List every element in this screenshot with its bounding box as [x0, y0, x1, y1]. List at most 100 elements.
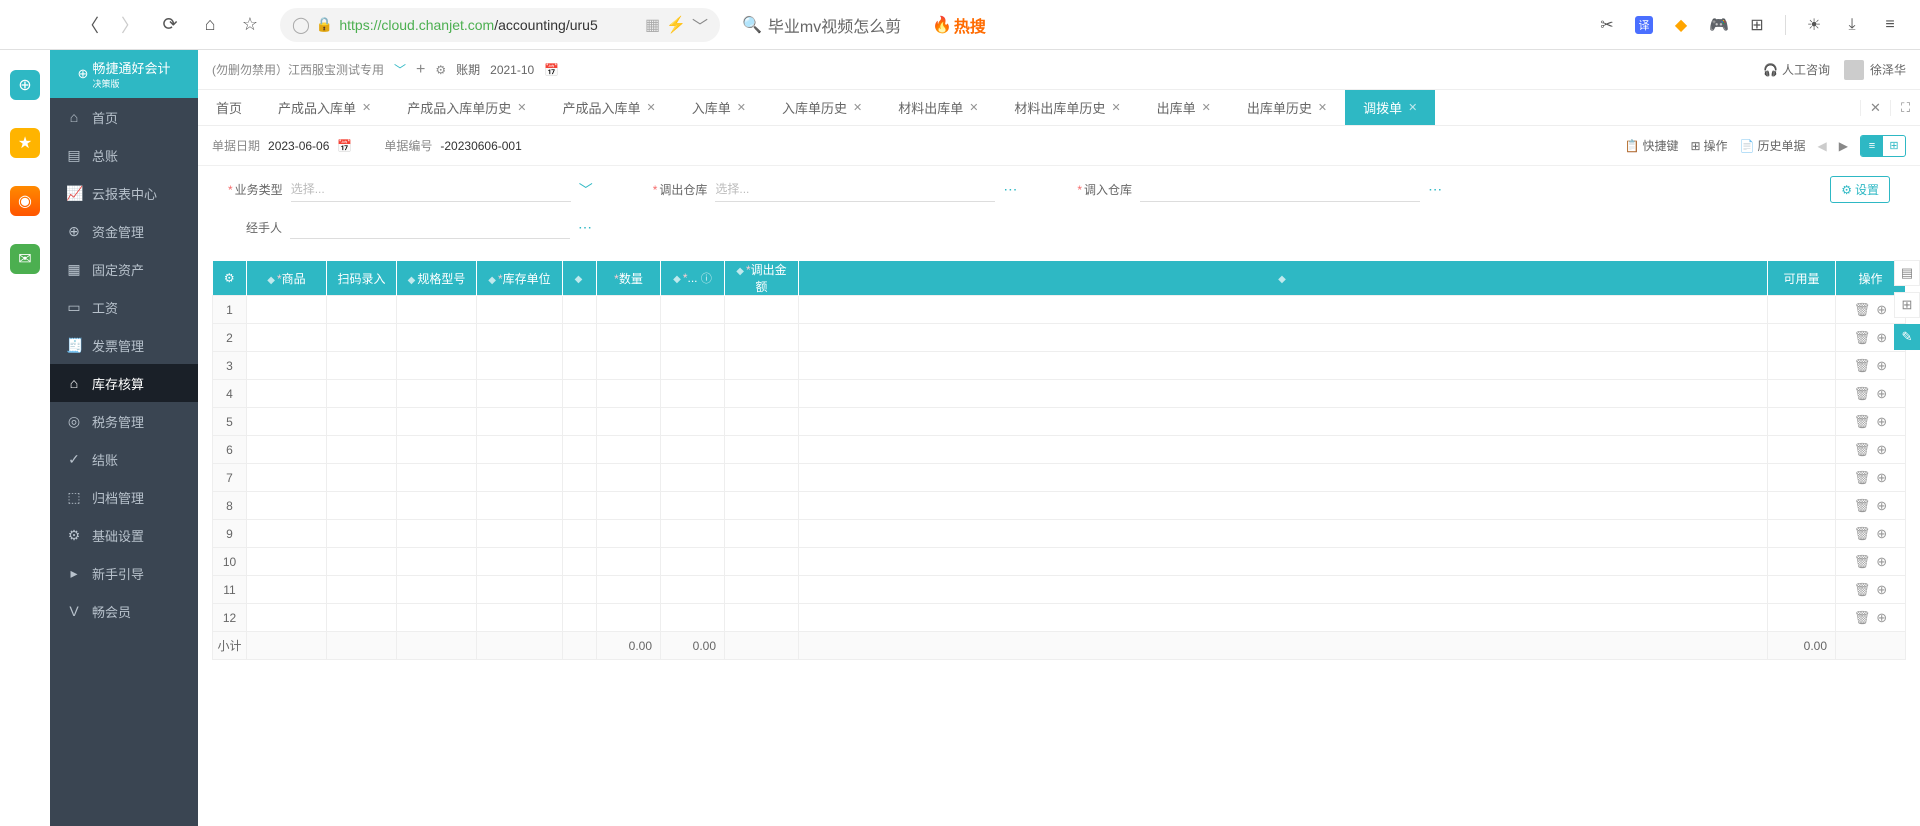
cell-dots[interactable]	[661, 492, 725, 520]
th-scan[interactable]: 扫码录入	[327, 261, 397, 296]
cell-product[interactable]	[247, 548, 327, 576]
copy-row-icon[interactable]: ⊕	[1876, 610, 1887, 625]
table-row[interactable]: 10🗑⊕	[213, 548, 1906, 576]
cell-qty[interactable]	[597, 352, 661, 380]
cell-unit[interactable]	[477, 324, 563, 352]
cell-product[interactable]	[247, 408, 327, 436]
copy-row-icon[interactable]: ⊕	[1876, 582, 1887, 597]
cell-dots[interactable]	[661, 464, 725, 492]
tab-close-icon[interactable]: ✕	[517, 101, 526, 114]
sidebar-item-0[interactable]: ⌂首页	[50, 98, 198, 136]
delete-row-icon[interactable]: 🗑	[1854, 470, 1871, 485]
tab-close-all[interactable]: ✕	[1860, 100, 1890, 116]
cell-scan[interactable]	[327, 380, 397, 408]
cell-qty[interactable]	[597, 380, 661, 408]
cell-scan[interactable]	[327, 492, 397, 520]
table-row[interactable]: 11🗑⊕	[213, 576, 1906, 604]
in-warehouse-more-icon[interactable]: ⋯	[1428, 181, 1442, 198]
cell-dots[interactable]	[661, 352, 725, 380]
cell-scan[interactable]	[327, 324, 397, 352]
cell-product[interactable]	[247, 352, 327, 380]
tab-close-icon[interactable]: ✕	[362, 101, 371, 114]
url-dropdown-icon[interactable]: ﹀	[692, 13, 708, 37]
cell-amt[interactable]	[725, 296, 799, 324]
th-sort-2[interactable]: ◆	[799, 261, 1768, 296]
cell-e1[interactable]	[563, 604, 597, 632]
cell-amt[interactable]	[725, 464, 799, 492]
cell-spec[interactable]	[397, 380, 477, 408]
next-doc-button[interactable]: ▶	[1839, 139, 1848, 153]
tab-close-icon[interactable]: ✕	[737, 101, 746, 114]
cell-amt[interactable]	[725, 520, 799, 548]
cell-scan[interactable]	[327, 520, 397, 548]
delete-row-icon[interactable]: 🗑	[1854, 582, 1871, 597]
view-grid-button[interactable]: ⊞	[1883, 136, 1905, 156]
cell-blank[interactable]	[799, 464, 1768, 492]
tab-7[interactable]: 材料出库单历史✕	[996, 90, 1138, 125]
delete-row-icon[interactable]: 🗑	[1854, 302, 1871, 317]
table-row[interactable]: 8🗑⊕	[213, 492, 1906, 520]
cell-spec[interactable]	[397, 464, 477, 492]
cell-blank[interactable]	[799, 436, 1768, 464]
delete-row-icon[interactable]: 🗑	[1854, 610, 1871, 625]
cell-amt[interactable]	[725, 324, 799, 352]
cell-avail[interactable]	[1768, 464, 1836, 492]
delete-row-icon[interactable]: 🗑	[1854, 414, 1871, 429]
cell-avail[interactable]	[1768, 520, 1836, 548]
scissors-icon[interactable]: ✂	[1597, 15, 1617, 35]
cell-unit[interactable]	[477, 492, 563, 520]
cell-blank[interactable]	[799, 520, 1768, 548]
table-row[interactable]: 9🗑⊕	[213, 520, 1906, 548]
copy-row-icon[interactable]: ⊕	[1876, 554, 1887, 569]
cell-amt[interactable]	[725, 492, 799, 520]
biz-type-dropdown-icon[interactable]: ﹀	[579, 180, 593, 200]
history-button[interactable]: 📄 历史单据	[1740, 137, 1806, 154]
tab-close-icon[interactable]: ✕	[853, 101, 862, 114]
cell-unit[interactable]	[477, 436, 563, 464]
cell-e1[interactable]	[563, 548, 597, 576]
cell-avail[interactable]	[1768, 324, 1836, 352]
out-warehouse-input[interactable]	[715, 178, 995, 202]
tab-10[interactable]: 调拨单✕	[1345, 90, 1435, 125]
cell-e1[interactable]	[563, 436, 597, 464]
cell-spec[interactable]	[397, 324, 477, 352]
cell-dots[interactable]	[661, 408, 725, 436]
cell-product[interactable]	[247, 492, 327, 520]
sidebar-item-5[interactable]: ▭工资	[50, 288, 198, 326]
cell-qty[interactable]	[597, 604, 661, 632]
tab-close-icon[interactable]: ✕	[1202, 101, 1211, 114]
cell-qty[interactable]	[597, 492, 661, 520]
sidebar-item-9[interactable]: ✓结账	[50, 440, 198, 478]
sidebar-item-12[interactable]: ▸新手引导	[50, 554, 198, 592]
cell-spec[interactable]	[397, 548, 477, 576]
browser-search[interactable]: 🔍 毕业mv视频怎么剪	[742, 13, 922, 37]
cell-e1[interactable]	[563, 492, 597, 520]
cell-amt[interactable]	[725, 576, 799, 604]
cell-scan[interactable]	[327, 408, 397, 436]
cell-product[interactable]	[247, 464, 327, 492]
user-menu[interactable]: 徐泽华	[1844, 60, 1906, 80]
dock-app-2[interactable]: ★	[10, 128, 40, 158]
translate-icon[interactable]: 译	[1635, 16, 1653, 34]
cell-spec[interactable]	[397, 436, 477, 464]
doc-date-value[interactable]: 2023-06-06	[268, 139, 329, 153]
sidebar-item-8[interactable]: ◎税务管理	[50, 402, 198, 440]
cell-scan[interactable]	[327, 464, 397, 492]
cell-avail[interactable]	[1768, 352, 1836, 380]
tab-5[interactable]: 入库单历史✕	[764, 90, 880, 125]
dock-weibo-icon[interactable]: ◉	[10, 186, 40, 216]
period-value[interactable]: 2021-10	[490, 63, 534, 77]
table-row[interactable]: 3🗑⊕	[213, 352, 1906, 380]
cell-unit[interactable]	[477, 576, 563, 604]
th-spec[interactable]: ◆规格型号	[397, 261, 477, 296]
cell-amt[interactable]	[725, 380, 799, 408]
cell-dots[interactable]	[661, 604, 725, 632]
right-dock-item-1[interactable]: ▤	[1894, 260, 1920, 286]
address-bar[interactable]: ◯ 🔒 https://cloud.chanjet.com/accounting…	[280, 8, 720, 42]
company-dropdown-icon[interactable]: ﹀	[394, 61, 406, 78]
in-warehouse-input[interactable]	[1140, 178, 1420, 202]
cell-amt[interactable]	[725, 604, 799, 632]
flash-icon[interactable]: ⚡	[666, 15, 686, 35]
sidebar-item-11[interactable]: ⚙基础设置	[50, 516, 198, 554]
cell-spec[interactable]	[397, 296, 477, 324]
